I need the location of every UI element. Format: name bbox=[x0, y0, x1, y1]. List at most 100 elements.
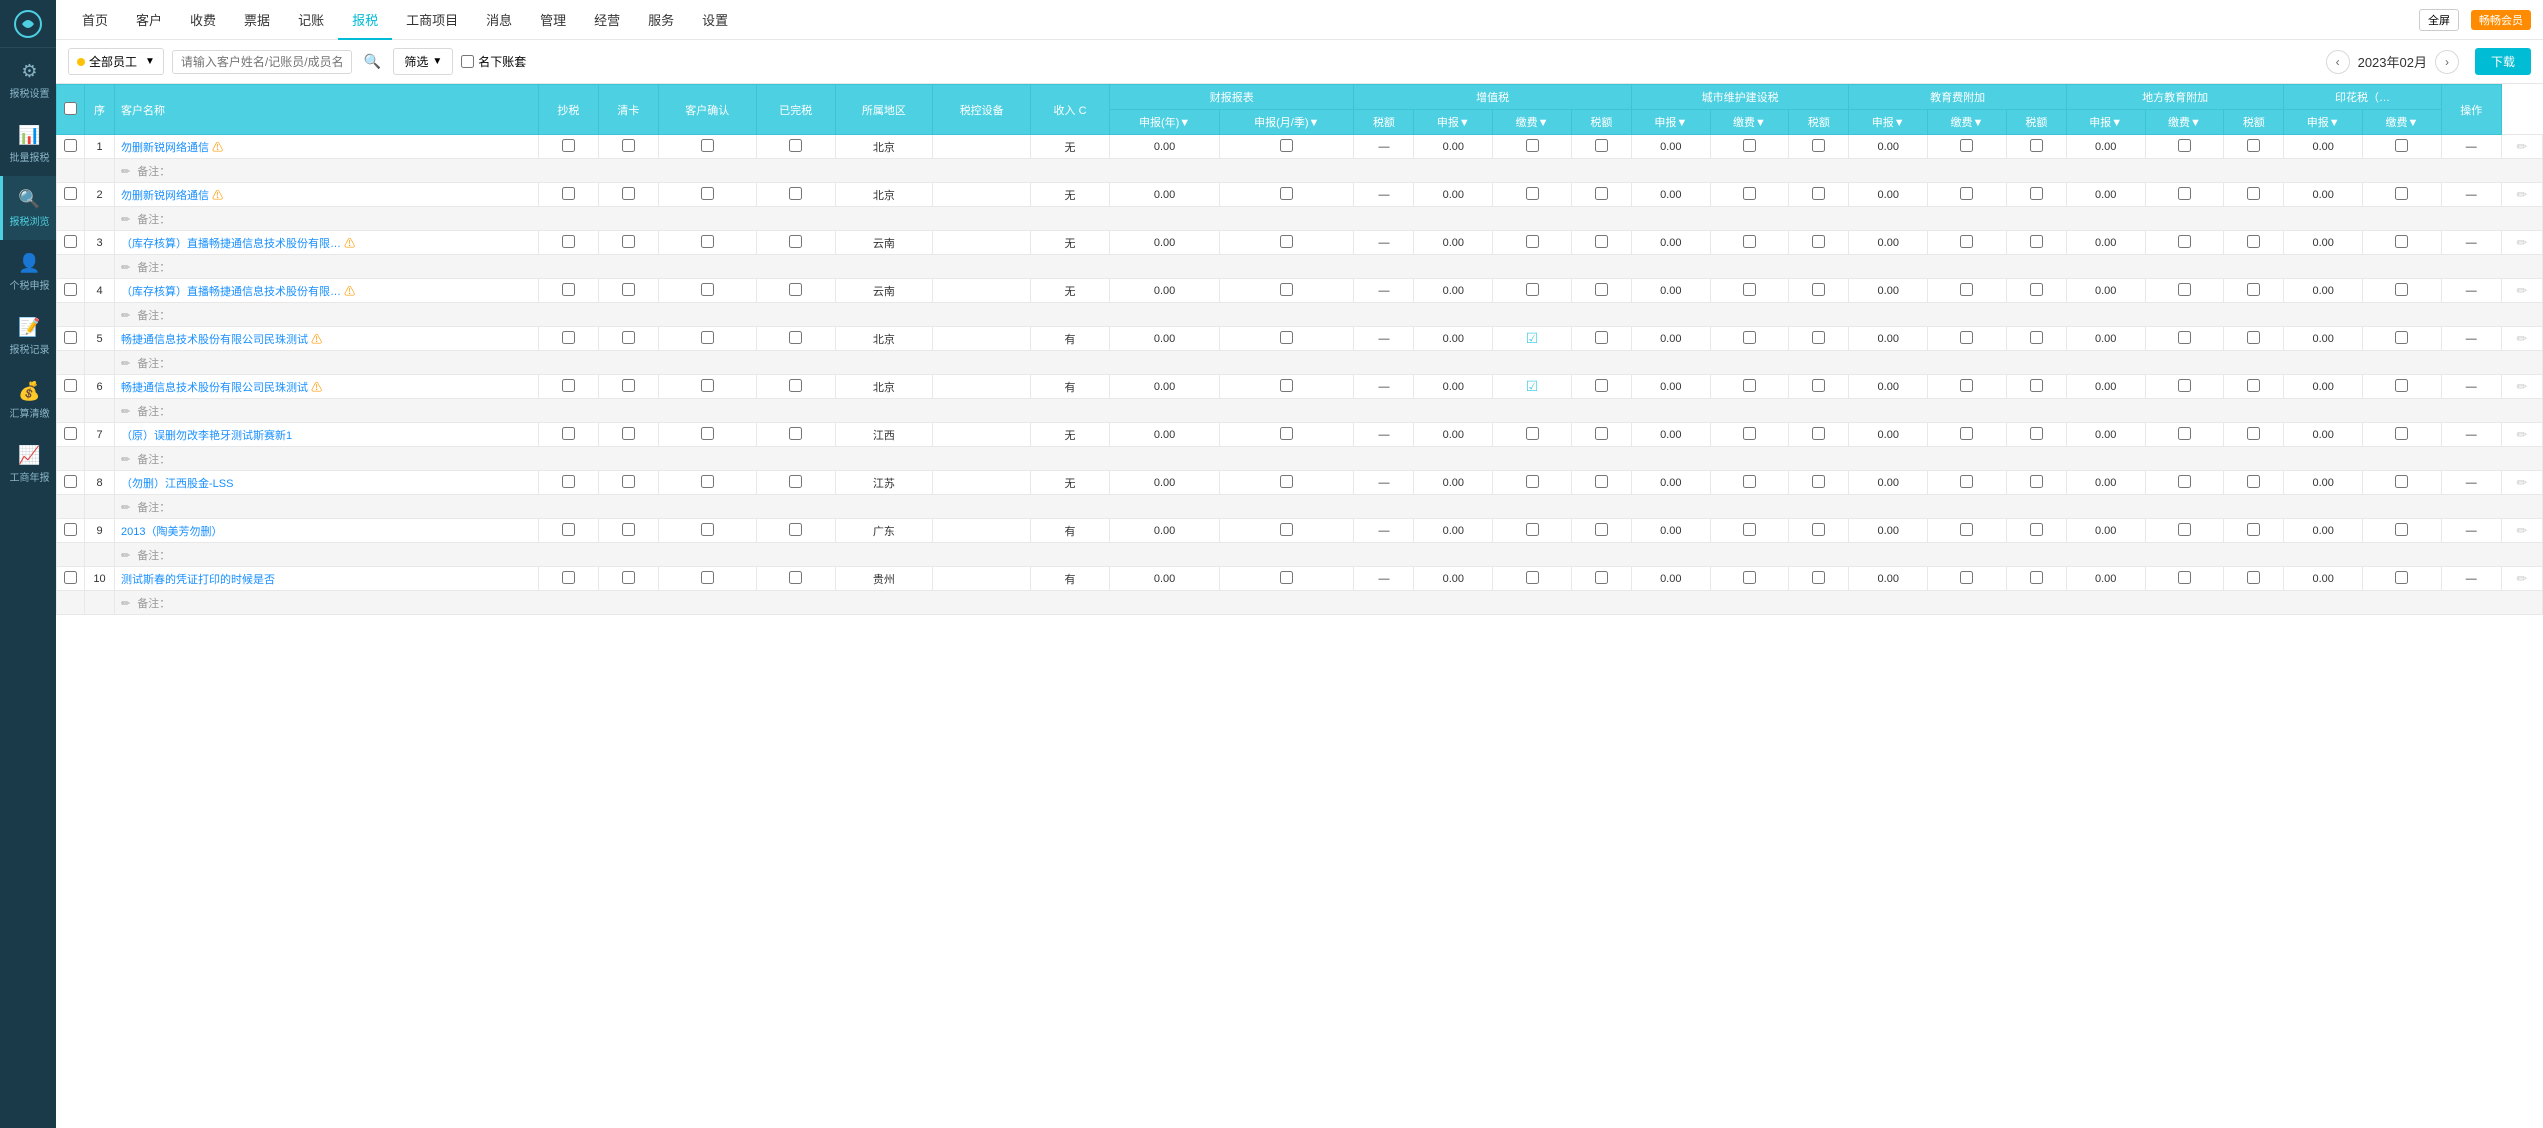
row-yh-shenbao[interactable] bbox=[2363, 423, 2442, 447]
row-copy-tax[interactable] bbox=[538, 279, 598, 303]
remark-cell[interactable]: ✏ 备注： bbox=[115, 447, 2543, 471]
row-zz-shenbao[interactable]: ☑ bbox=[1493, 327, 1572, 351]
row-df-jiaofei[interactable] bbox=[2224, 423, 2284, 447]
row-checkbox-cell[interactable] bbox=[57, 231, 85, 255]
row-checkbox-cell[interactable] bbox=[57, 183, 85, 207]
row-zz-jiaofei[interactable] bbox=[1571, 279, 1631, 303]
row-jy-jiaofei[interactable] bbox=[2006, 375, 2066, 399]
row-df-jiaofei[interactable] bbox=[2224, 567, 2284, 591]
row-copy-tax[interactable] bbox=[538, 183, 598, 207]
checkbox-label-mingxia[interactable]: 名下账套 bbox=[461, 53, 526, 70]
row-clear-card[interactable] bbox=[598, 327, 658, 351]
row-cs-jiaofei[interactable] bbox=[1789, 279, 1849, 303]
row-cs-jiaofei[interactable] bbox=[1789, 567, 1849, 591]
row-name[interactable]: 2013（陶美芳勿删） bbox=[115, 519, 539, 543]
date-next-button[interactable]: › bbox=[2435, 50, 2459, 74]
row-zz-shenbao[interactable] bbox=[1493, 183, 1572, 207]
row-jy-shenbao[interactable] bbox=[1928, 423, 2007, 447]
row-df-shenbao[interactable] bbox=[2145, 135, 2224, 159]
row-jy-shenbao[interactable] bbox=[1928, 135, 2007, 159]
row-zz-jiaofei[interactable] bbox=[1571, 471, 1631, 495]
row-jy-shenbao[interactable] bbox=[1928, 567, 2007, 591]
row-checkbox[interactable] bbox=[64, 139, 77, 152]
row-yh-shenbao[interactable] bbox=[2363, 375, 2442, 399]
edit-icon[interactable]: ✏ bbox=[2516, 427, 2527, 442]
row-jy-jiaofei[interactable] bbox=[2006, 567, 2066, 591]
row-cs-jiaofei[interactable] bbox=[1789, 327, 1849, 351]
row-zz-shenbao[interactable] bbox=[1493, 279, 1572, 303]
row-declared[interactable] bbox=[756, 423, 835, 447]
row-clear-card[interactable] bbox=[598, 519, 658, 543]
row-zz-jiaofei[interactable] bbox=[1571, 423, 1631, 447]
row-confirm[interactable] bbox=[658, 375, 756, 399]
row-action[interactable]: ✏ bbox=[2501, 183, 2542, 207]
row-jy-shenbao[interactable] bbox=[1928, 183, 2007, 207]
sidebar-item-geshui-shenbao[interactable]: 👤 个税申报 bbox=[0, 240, 56, 304]
row-cs-jiaofei[interactable] bbox=[1789, 183, 1849, 207]
row-cs-shenbao[interactable] bbox=[1710, 519, 1789, 543]
row-checkbox-cell[interactable] bbox=[57, 567, 85, 591]
row-zz-jiaofei[interactable] bbox=[1571, 519, 1631, 543]
sidebar-item-baoshui-shezhi[interactable]: ⚙ 报税设置 bbox=[0, 48, 56, 112]
row-checkbox-cell[interactable] bbox=[57, 327, 85, 351]
row-caibao-year[interactable] bbox=[1220, 567, 1354, 591]
row-jy-shenbao[interactable] bbox=[1928, 231, 2007, 255]
row-action[interactable]: ✏ bbox=[2501, 375, 2542, 399]
row-declared[interactable] bbox=[756, 375, 835, 399]
row-checkbox[interactable] bbox=[64, 475, 77, 488]
row-cs-shenbao[interactable] bbox=[1710, 423, 1789, 447]
row-clear-card[interactable] bbox=[598, 471, 658, 495]
row-copy-tax[interactable] bbox=[538, 423, 598, 447]
row-declared[interactable] bbox=[756, 327, 835, 351]
row-clear-card[interactable] bbox=[598, 135, 658, 159]
row-caibao-year[interactable] bbox=[1220, 279, 1354, 303]
row-name[interactable]: （原）误删勿改李艳牙测试斯赛新1 bbox=[115, 423, 539, 447]
table-wrap[interactable]: 序 客户名称 抄税 清卡 客户确认 已完税 所属地区 税控设备 收入 C 财报报… bbox=[56, 84, 2543, 1128]
row-action[interactable]: ✏ bbox=[2501, 279, 2542, 303]
row-jy-shenbao[interactable] bbox=[1928, 327, 2007, 351]
row-caibao-year[interactable] bbox=[1220, 327, 1354, 351]
row-name[interactable]: （库存核算）直播畅捷通信息技术股份有限… ⚠ bbox=[115, 231, 539, 255]
row-jy-jiaofei[interactable] bbox=[2006, 183, 2066, 207]
row-caibao-year[interactable] bbox=[1220, 471, 1354, 495]
row-action[interactable]: ✏ bbox=[2501, 135, 2542, 159]
nav-piaoju[interactable]: 票据 bbox=[230, 0, 284, 40]
row-caibao-year[interactable] bbox=[1220, 135, 1354, 159]
nav-jingying[interactable]: 经营 bbox=[580, 0, 634, 40]
row-df-jiaofei[interactable] bbox=[2224, 519, 2284, 543]
remark-cell[interactable]: ✏ 备注： bbox=[115, 591, 2543, 615]
search-input[interactable] bbox=[172, 50, 352, 74]
row-clear-card[interactable] bbox=[598, 423, 658, 447]
row-yh-shenbao[interactable] bbox=[2363, 279, 2442, 303]
row-jy-jiaofei[interactable] bbox=[2006, 279, 2066, 303]
row-df-shenbao[interactable] bbox=[2145, 231, 2224, 255]
remark-cell[interactable]: ✏ 备注： bbox=[115, 351, 2543, 375]
row-copy-tax[interactable] bbox=[538, 375, 598, 399]
remark-cell[interactable]: ✏ 备注： bbox=[115, 159, 2543, 183]
row-copy-tax[interactable] bbox=[538, 327, 598, 351]
download-button[interactable]: 下载 bbox=[2475, 48, 2531, 75]
row-copy-tax[interactable] bbox=[538, 471, 598, 495]
row-df-shenbao[interactable] bbox=[2145, 327, 2224, 351]
date-prev-button[interactable]: ‹ bbox=[2326, 50, 2350, 74]
sidebar-item-baoshui-jilu[interactable]: 📝 报税记录 bbox=[0, 304, 56, 368]
sidebar-item-huisuan-qingjiao[interactable]: 💰 汇算清缴 bbox=[0, 368, 56, 432]
row-cs-shenbao[interactable] bbox=[1710, 135, 1789, 159]
row-cs-shenbao[interactable] bbox=[1710, 471, 1789, 495]
row-action[interactable]: ✏ bbox=[2501, 327, 2542, 351]
row-checkbox-cell[interactable] bbox=[57, 279, 85, 303]
row-jy-shenbao[interactable] bbox=[1928, 519, 2007, 543]
row-jy-jiaofei[interactable] bbox=[2006, 231, 2066, 255]
edit-icon[interactable]: ✏ bbox=[2516, 571, 2527, 586]
row-clear-card[interactable] bbox=[598, 375, 658, 399]
row-jy-jiaofei[interactable] bbox=[2006, 327, 2066, 351]
row-confirm[interactable] bbox=[658, 327, 756, 351]
row-yh-shenbao[interactable] bbox=[2363, 327, 2442, 351]
row-checkbox[interactable] bbox=[64, 571, 77, 584]
row-confirm[interactable] bbox=[658, 231, 756, 255]
row-checkbox[interactable] bbox=[64, 283, 77, 296]
edit-icon[interactable]: ✏ bbox=[2516, 139, 2527, 154]
row-declared[interactable] bbox=[756, 231, 835, 255]
fullscreen-button[interactable]: 全屏 bbox=[2419, 9, 2459, 31]
row-caibao-year[interactable] bbox=[1220, 183, 1354, 207]
